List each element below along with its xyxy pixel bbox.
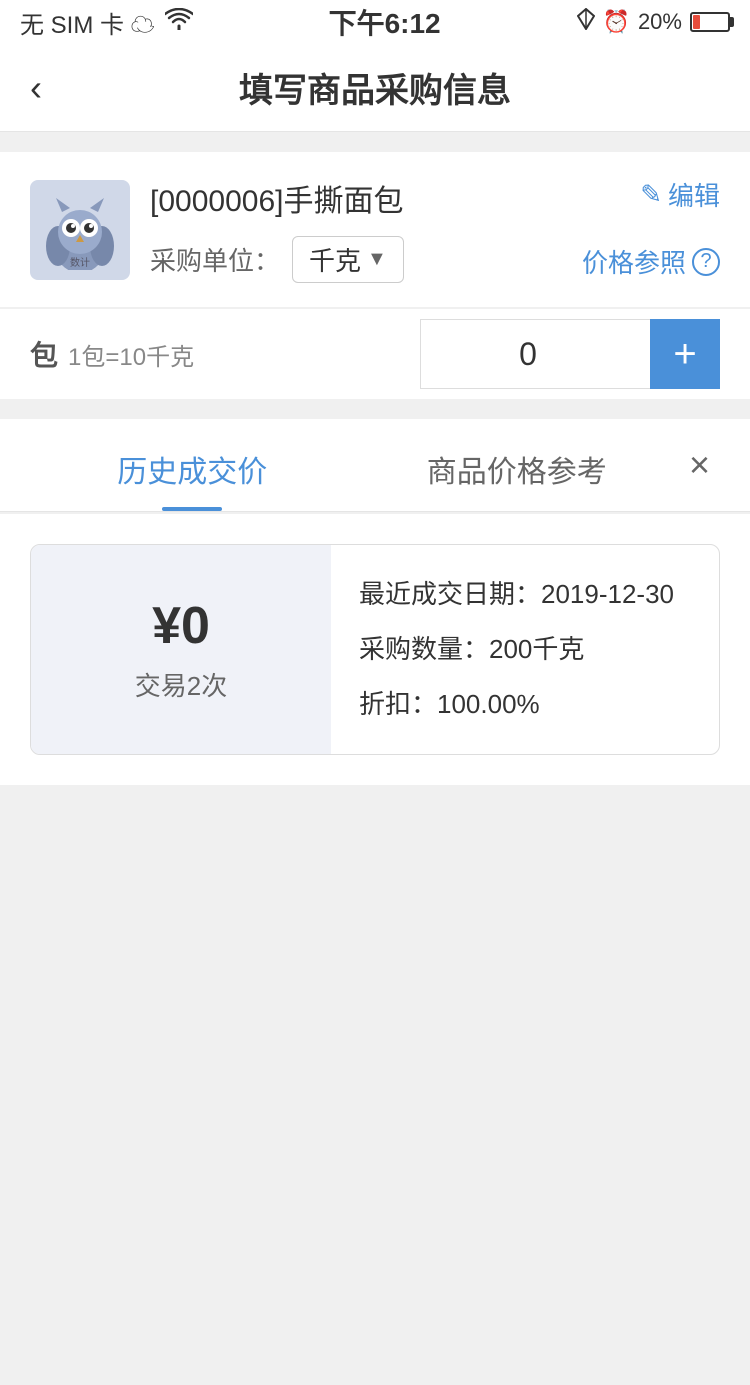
price-reference-label: 价格参照 — [582, 243, 686, 280]
recent-date-value: 2019-12-30 — [541, 579, 674, 609]
battery-percent: 20% — [638, 9, 682, 35]
bottom-space — [0, 785, 750, 1385]
discount-label: 折扣： — [359, 689, 437, 719]
product-card: 数计 [0000006]手撕面包 采购单位： 千克 ▼ ✎ 编辑 — [0, 152, 750, 307]
quantity-input[interactable] — [420, 319, 650, 389]
product-full-name: [0000006]手撕面包 — [150, 176, 404, 220]
sim-label: 无 SIM 卡 ☁ — [20, 5, 155, 40]
nav-bar: ‹ 填写商品采购信息 — [0, 44, 750, 132]
price-value: 0 — [181, 597, 210, 655]
price-amount: ¥0 — [152, 596, 210, 656]
unit-select[interactable]: 千克 ▼ — [292, 236, 404, 283]
price-reference-button[interactable]: 价格参照 ? — [582, 243, 720, 280]
recent-date-row: 最近成交日期：2019-12-30 — [359, 575, 691, 614]
product-header: 数计 [0000006]手撕面包 采购单位： 千克 ▼ ✎ 编辑 — [30, 176, 720, 283]
page-title: 填写商品采购信息 — [239, 63, 511, 112]
status-bar: 无 SIM 卡 ☁ 下午6:12 ⏰ 20% — [0, 0, 750, 44]
edit-button[interactable]: ✎ 编辑 — [640, 176, 720, 213]
tabs-close-button[interactable]: × — [679, 424, 720, 506]
product-actions: ✎ 编辑 价格参照 ? — [582, 176, 720, 280]
recent-date-label: 最近成交日期： — [359, 579, 541, 609]
discount-row: 折扣：100.00% — [359, 685, 691, 724]
price-details: 最近成交日期：2019-12-30 采购数量：200千克 折扣：100.00% — [331, 545, 719, 754]
product-name-area: [0000006]手撕面包 采购单位： 千克 ▼ — [150, 176, 404, 283]
wifi-icon — [165, 8, 193, 37]
location-icon — [577, 8, 595, 36]
tab-product-price-ref[interactable]: 商品价格参考 — [354, 419, 678, 511]
product-image: 数计 — [30, 180, 130, 280]
transaction-count: 交易2次 — [135, 666, 227, 703]
product-logo: 数计 — [40, 190, 120, 270]
svg-text:数计: 数计 — [70, 256, 90, 269]
product-unit-row: 采购单位： 千克 ▼ — [150, 236, 404, 283]
quantity-control: + — [420, 319, 720, 389]
tabs-bar: 历史成交价 商品价格参考 × — [0, 419, 750, 512]
unit-info: 包 1包=10千克 — [30, 334, 194, 374]
back-button[interactable]: ‹ — [20, 57, 52, 119]
status-time: 下午6:12 — [329, 2, 441, 42]
status-left: 无 SIM 卡 ☁ — [20, 5, 193, 40]
status-right: ⏰ 20% — [577, 8, 730, 36]
discount-value: 100.00% — [437, 689, 540, 719]
battery-icon — [690, 12, 730, 32]
unit-icon: 包 — [30, 334, 58, 374]
chevron-down-icon: ▼ — [367, 248, 387, 271]
product-info: 数计 [0000006]手撕面包 采购单位： 千克 ▼ — [30, 176, 404, 283]
quantity-plus-button[interactable]: + — [650, 319, 720, 389]
unit-value: 千克 — [309, 241, 361, 278]
quantity-row: 包 1包=10千克 + — [0, 309, 750, 399]
unit-label: 采购单位： — [150, 241, 280, 278]
currency-symbol: ¥ — [152, 597, 181, 655]
price-summary: ¥0 交易2次 — [31, 545, 331, 754]
price-card: ¥0 交易2次 最近成交日期：2019-12-30 采购数量：200千克 折扣：… — [30, 544, 720, 755]
quantity-label: 采购数量： — [359, 634, 489, 664]
unit-conversion: 1包=10千克 — [68, 337, 194, 372]
price-content: ¥0 交易2次 最近成交日期：2019-12-30 采购数量：200千克 折扣：… — [0, 514, 750, 785]
alarm-icon: ⏰ — [603, 9, 630, 35]
quantity-value: 200千克 — [489, 634, 584, 664]
tab-history-price[interactable]: 历史成交价 — [30, 419, 354, 511]
help-icon: ? — [692, 248, 720, 276]
edit-icon: ✎ — [640, 179, 662, 210]
quantity-row-detail: 采购数量：200千克 — [359, 630, 691, 669]
